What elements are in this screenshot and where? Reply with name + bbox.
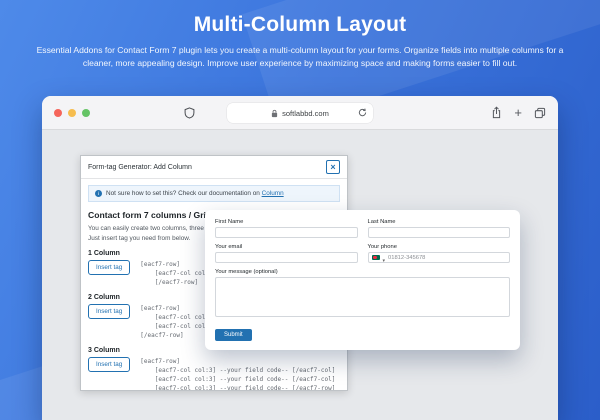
browser-content: Form-tag Generator: Add Column × Not sur… [42, 130, 558, 420]
documentation-notice: Not sure how to set this? Check our docu… [88, 185, 340, 202]
hero-banner: Multi-Column Layout Essential Addons for… [0, 0, 600, 71]
insert-tag-button[interactable]: Insert tag [88, 304, 131, 320]
message-label: Your message (optional) [215, 269, 278, 275]
modal-close-button[interactable]: × [326, 160, 340, 174]
last-name-label: Last Name [367, 219, 396, 225]
page-description: Essential Addons for Contact Form 7 plug… [36, 45, 564, 69]
browser-toolbar: softlabbd.com [42, 96, 558, 130]
shortcode-sample: [eacf7-row] [eacf7-col col:3] --your fie… [140, 358, 336, 391]
documentation-link[interactable]: Column [262, 190, 284, 197]
notice-text-body: Not sure how to set this? Check our docu… [106, 190, 260, 197]
url-text: softlabbd.com [282, 108, 329, 118]
last-name-input[interactable] [367, 227, 510, 238]
reload-icon[interactable] [358, 108, 367, 117]
submit-button[interactable]: Submit [215, 329, 252, 341]
phone-field: Your phone 01812-345678 [367, 244, 510, 263]
new-tab-icon[interactable] [514, 108, 522, 118]
address-bar[interactable]: softlabbd.com [227, 103, 373, 123]
notice-text: Not sure how to set this? Check our docu… [106, 190, 284, 197]
insert-tag-button[interactable]: Insert tag [88, 260, 131, 276]
page-title: Multi-Column Layout [193, 13, 407, 36]
share-icon[interactable] [491, 106, 502, 119]
first-name-label: First Name [215, 219, 244, 225]
email-label: Your email [215, 244, 243, 250]
toolbar-actions [491, 106, 546, 119]
phone-placeholder: 01812-345678 [388, 254, 426, 261]
window-controls [54, 108, 90, 117]
minimize-window-button[interactable] [68, 108, 76, 117]
modal-title: Form-tag Generator: Add Column [88, 163, 192, 171]
insert-tag-button[interactable]: Insert tag [88, 357, 131, 373]
info-icon [95, 190, 102, 197]
first-name-field: First Name [215, 219, 358, 238]
message-field: Your message (optional) [215, 269, 510, 317]
zoom-window-button[interactable] [82, 108, 90, 117]
modal-header: Form-tag Generator: Add Column × [81, 156, 347, 179]
last-name-field: Last Name [367, 219, 510, 238]
email-input[interactable] [215, 252, 358, 263]
browser-window: softlabbd.com Form-tag Generator: Add Co… [42, 96, 558, 420]
message-textarea[interactable] [215, 277, 510, 317]
phone-input[interactable]: 01812-345678 [367, 252, 510, 263]
email-field: Your email [215, 244, 358, 263]
submit-row: Submit [215, 323, 510, 341]
bangladesh-flag-icon [371, 254, 380, 261]
phone-label: Your phone [367, 244, 397, 250]
tab-overview-icon[interactable] [534, 107, 546, 119]
lock-icon [271, 109, 278, 118]
privacy-shield-icon[interactable] [184, 107, 195, 119]
chevron-down-icon [383, 249, 386, 267]
first-name-input[interactable] [215, 227, 358, 238]
tag-section-3-column: 3 Column Insert tag [eacf7-row] [eacf7-c… [88, 347, 340, 391]
page: Multi-Column Layout Essential Addons for… [0, 0, 600, 420]
close-window-button[interactable] [54, 108, 62, 117]
form-preview-card: First Name Last Name Your email Your pho… [205, 210, 520, 350]
